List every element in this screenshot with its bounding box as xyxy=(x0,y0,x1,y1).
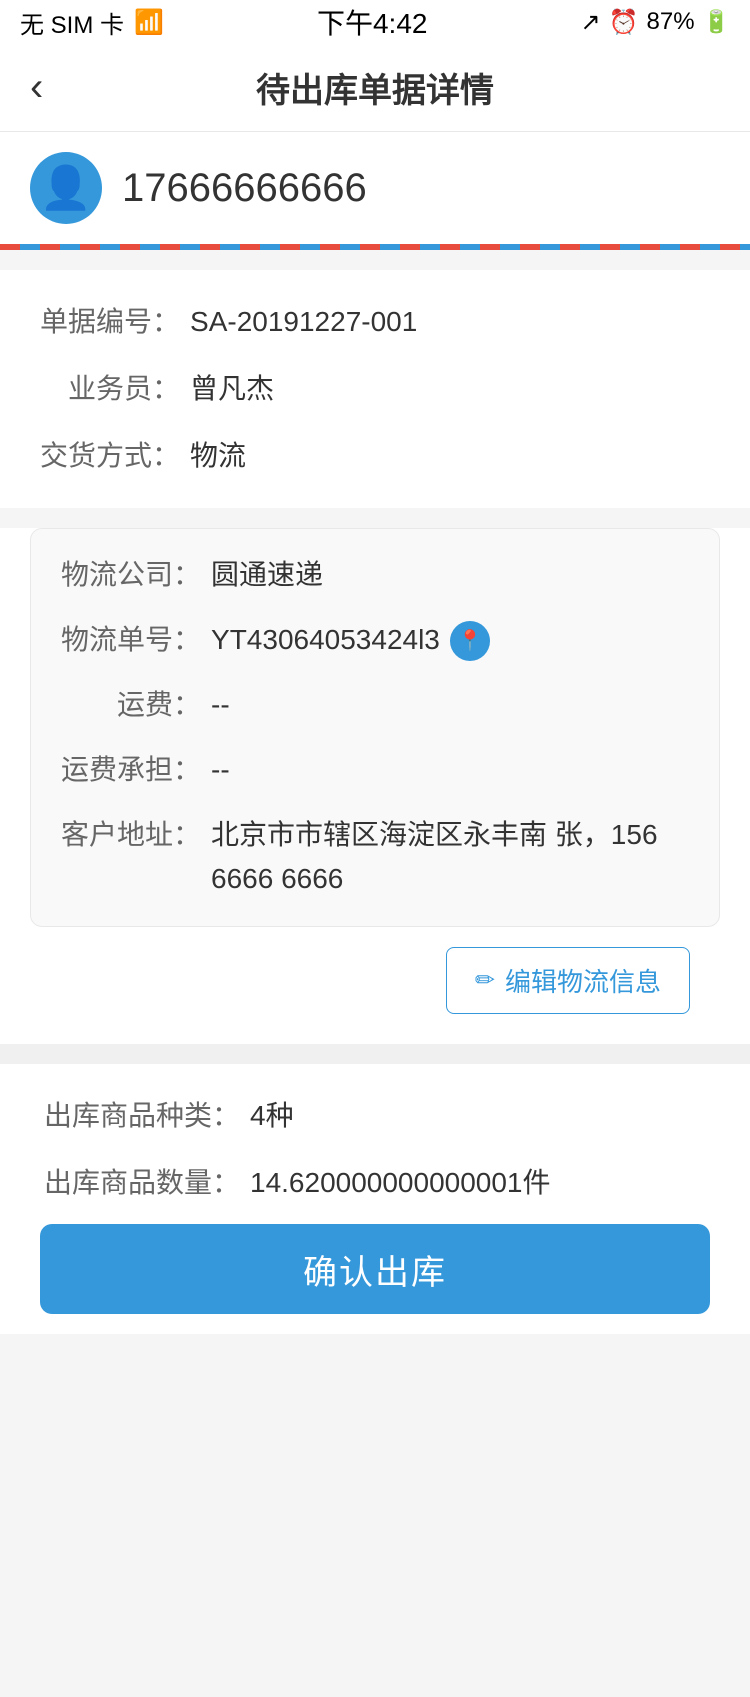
user-icon: 👤 xyxy=(40,164,92,213)
goods-types-label: 出库商品种类： xyxy=(40,1094,240,1139)
page-title: 待出库单据详情 xyxy=(256,63,494,112)
edit-icon: ✏ xyxy=(475,966,495,995)
confirm-outbound-button[interactable]: 确认出库 xyxy=(40,1224,710,1314)
goods-types-row: 出库商品种类： 4种 xyxy=(40,1094,710,1139)
order-info-section: 单据编号： SA-20191227-001 业务员： 曾凡杰 交货方式： 物流 xyxy=(0,270,750,508)
sales-person-row: 业务员： 曾凡杰 xyxy=(40,367,710,412)
section-divider xyxy=(0,1044,750,1064)
goods-quantity-value: 14.620000000000001件 xyxy=(250,1161,710,1206)
status-right: ↗ ⏰ 87% 🔋 xyxy=(581,8,730,37)
order-number-value: SA-20191227-001 xyxy=(190,300,710,345)
battery-icon: 🔋 xyxy=(703,9,730,35)
confirm-btn-bar: 确认出库 xyxy=(0,1204,750,1334)
customer-phone: 17666666666 xyxy=(122,166,367,211)
freight-bearer-label: 运费承担： xyxy=(61,748,201,793)
edit-logistics-button[interactable]: ✏ 编辑物流信息 xyxy=(446,947,690,1014)
freight-value: -- xyxy=(211,683,689,728)
wifi-icon: 📶 xyxy=(134,8,164,37)
freight-label: 运费： xyxy=(61,683,201,728)
back-button[interactable]: ‹ xyxy=(30,65,43,110)
logistics-tracking-label: 物流单号： xyxy=(61,618,201,663)
freight-row: 运费： -- xyxy=(61,683,689,728)
customer-header: 👤 17666666666 xyxy=(0,132,750,244)
address-label: 客户地址： xyxy=(61,813,201,858)
goods-quantity-row: 出库商品数量： 14.620000000000001件 xyxy=(40,1161,710,1206)
status-bar: 无 SIM 卡 📶 下午4:42 ↗ ⏰ 87% 🔋 xyxy=(0,0,750,44)
logistics-tracking-value: YT43064053424l3 xyxy=(211,618,689,663)
map-pin-icon[interactable] xyxy=(450,621,490,661)
location-indicator: ↗ xyxy=(581,8,601,37)
order-number-label: 单据编号： xyxy=(40,300,180,345)
logistics-section: 物流公司： 圆通速递 物流单号： YT43064053424l3 运费： -- … xyxy=(30,528,720,927)
edit-btn-row: ✏ 编辑物流信息 xyxy=(30,947,720,1044)
delivery-method-label: 交货方式： xyxy=(40,434,180,479)
address-value: 北京市市辖区海淀区永丰南 张，156 6666 6666 xyxy=(211,813,689,903)
dashed-separator xyxy=(0,244,750,250)
logistics-tracking-row: 物流单号： YT43064053424l3 xyxy=(61,618,689,663)
logistics-company-row: 物流公司： 圆通速递 xyxy=(61,553,689,598)
logistics-company-label: 物流公司： xyxy=(61,553,201,598)
freight-bearer-value: -- xyxy=(211,748,689,793)
edit-btn-label: 编辑物流信息 xyxy=(505,962,661,999)
logistics-wrapper: 物流公司： 圆通速递 物流单号： YT43064053424l3 运费： -- … xyxy=(0,528,750,1044)
goods-types-value: 4种 xyxy=(250,1094,710,1139)
tracking-number: YT43064053424l3 xyxy=(211,618,440,663)
alarm-icon: ⏰ xyxy=(609,8,639,37)
page-spacer xyxy=(0,1357,750,1557)
freight-bearer-row: 运费承担： -- xyxy=(61,748,689,793)
avatar: 👤 xyxy=(30,152,102,224)
battery-text: 87% xyxy=(647,8,695,36)
address-row: 客户地址： 北京市市辖区海淀区永丰南 张，156 6666 6666 xyxy=(61,813,689,903)
logistics-company-value: 圆通速递 xyxy=(211,553,689,598)
order-number-row: 单据编号： SA-20191227-001 xyxy=(40,300,710,345)
status-left: 无 SIM 卡 📶 xyxy=(20,5,164,40)
sales-person-label: 业务员： xyxy=(40,367,180,412)
carrier-text: 无 SIM 卡 xyxy=(20,5,124,40)
delivery-method-row: 交货方式： 物流 xyxy=(40,434,710,479)
goods-quantity-label: 出库商品数量： xyxy=(40,1161,240,1206)
status-time: 下午4:42 xyxy=(317,2,428,42)
delivery-method-value: 物流 xyxy=(190,434,710,479)
sales-person-value: 曾凡杰 xyxy=(190,367,710,412)
nav-bar: ‹ 待出库单据详情 xyxy=(0,44,750,132)
